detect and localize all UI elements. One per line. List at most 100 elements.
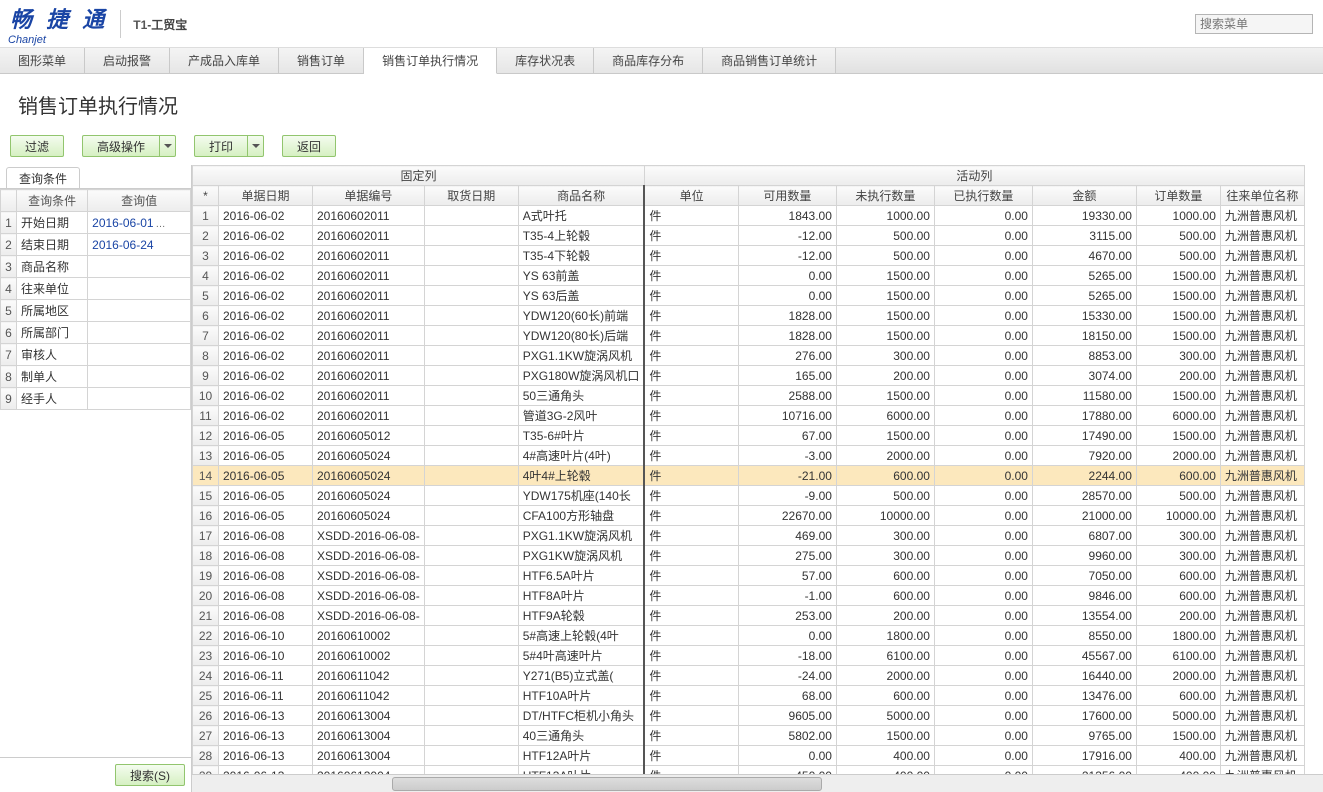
search-menu[interactable] <box>1195 14 1313 34</box>
cond-row[interactable]: 3商品名称 <box>1 256 191 278</box>
grid-scroll[interactable]: 固定列活动列 *单据日期单据编号取货日期商品名称单位可用数量未执行数量已执行数量金… <box>192 165 1323 774</box>
grid-row[interactable]: 272016-06-132016061300440三通角头件5802.00150… <box>193 726 1305 746</box>
cond-col: 查询条件 <box>17 190 88 212</box>
grid-row[interactable]: 222016-06-10201606100025#高速上轮毂(4叶件0.0018… <box>193 626 1305 646</box>
cond-row[interactable]: 6所属部门 <box>1 322 191 344</box>
col-group-fixed: 固定列 <box>193 166 645 186</box>
cond-row[interactable]: 8制单人 <box>1 366 191 388</box>
grid-row[interactable]: 162016-06-0520160605024CFA100方形轴盘件22670.… <box>193 506 1305 526</box>
grid-row[interactable]: 242016-06-1120160611042Y271(B5)立式盖(件-24.… <box>193 666 1305 686</box>
cond-val[interactable] <box>88 344 191 366</box>
cond-key: 所属部门 <box>17 322 88 344</box>
grid-row[interactable]: 82016-06-0220160602011PXG1.1KW旋涡风机件276.0… <box>193 346 1305 366</box>
cond-val[interactable] <box>88 300 191 322</box>
grid-row[interactable]: 292016-06-1320160613004HTF13A叶片件450.0040… <box>193 766 1305 775</box>
cond-row[interactable]: 5所属地区 <box>1 300 191 322</box>
grid-col-10[interactable]: 订单数量 <box>1136 186 1220 206</box>
logo: 畅 捷 通 Chanjet <box>10 2 108 46</box>
grid-row[interactable]: 122016-06-0520160605012T35-6#叶片件67.00150… <box>193 426 1305 446</box>
cond-val[interactable] <box>88 388 191 410</box>
cond-val[interactable] <box>88 322 191 344</box>
cond-row[interactable]: 1开始日期2016-06-01… <box>1 212 191 234</box>
tab-5[interactable]: 库存状况表 <box>497 48 594 73</box>
h-scrollbar-thumb[interactable] <box>392 777 822 791</box>
cond-key: 经手人 <box>17 388 88 410</box>
logo-separator <box>120 10 121 38</box>
page-title: 销售订单执行情况 <box>0 74 1323 131</box>
cond-row[interactable]: 7审核人 <box>1 344 191 366</box>
cond-val[interactable] <box>88 278 191 300</box>
grid-row[interactable]: 102016-06-022016060201150三通角头件2588.00150… <box>193 386 1305 406</box>
grid-col-7[interactable]: 未执行数量 <box>836 186 934 206</box>
cond-col: 查询值 <box>88 190 191 212</box>
cond-key: 开始日期 <box>17 212 88 234</box>
cond-val[interactable]: 2016-06-24 <box>88 234 191 256</box>
header: 畅 捷 通 Chanjet T1-工贸宝 <box>0 0 1323 48</box>
tab-3[interactable]: 销售订单 <box>279 48 364 73</box>
grid-col-11[interactable]: 往来单位名称 <box>1220 186 1304 206</box>
search-menu-input[interactable] <box>1195 14 1313 34</box>
grid-row[interactable]: 252016-06-1120160611042HTF10A叶片件68.00600… <box>193 686 1305 706</box>
adv-button-group: 高级操作 <box>82 135 176 157</box>
grid-row[interactable]: 152016-06-0520160605024YDW175机座(140长件-9.… <box>193 486 1305 506</box>
print-button-group: 打印 <box>194 135 264 157</box>
grid-row[interactable]: 172016-06-08XSDD-2016-06-08-PXG1.1KW旋涡风机… <box>193 526 1305 546</box>
grid-col-3[interactable]: 取货日期 <box>424 186 518 206</box>
grid-col-9[interactable]: 金额 <box>1032 186 1136 206</box>
grid-col-4[interactable]: 商品名称 <box>518 186 644 206</box>
product-name: T1-工贸宝 <box>133 13 187 34</box>
grid-row[interactable]: 282016-06-1320160613004HTF12A叶片件0.00400.… <box>193 746 1305 766</box>
grid-row[interactable]: 12016-06-0220160602011A式叶托件1843.001000.0… <box>193 206 1305 226</box>
cond-row[interactable]: 2结束日期2016-06-24 <box>1 234 191 256</box>
grid-row[interactable]: 262016-06-1320160613004DT/HTFC柜机小角头件9605… <box>193 706 1305 726</box>
search-button[interactable]: 搜索(S) <box>115 764 185 786</box>
grid-row[interactable]: 232016-06-10201606100025#4叶高速叶片件-18.0061… <box>193 646 1305 666</box>
grid-row[interactable]: 52016-06-0220160602011YS 63后盖件0.001500.0… <box>193 286 1305 306</box>
cond-row[interactable]: 9经手人 <box>1 388 191 410</box>
adv-button[interactable]: 高级操作 <box>82 135 160 157</box>
cond-val[interactable]: 2016-06-01… <box>88 212 191 234</box>
back-button[interactable]: 返回 <box>282 135 336 157</box>
grid-col-5[interactable]: 单位 <box>644 186 738 206</box>
grid-row[interactable]: 142016-06-05201606050244叶4#上轮毂件-21.00600… <box>193 466 1305 486</box>
grid-row[interactable]: 22016-06-0220160602011T35-4上轮毂件-12.00500… <box>193 226 1305 246</box>
grid-row[interactable]: 62016-06-0220160602011YDW120(60长)前端件1828… <box>193 306 1305 326</box>
grid-row[interactable]: 42016-06-0220160602011YS 63前盖件0.001500.0… <box>193 266 1305 286</box>
tab-7[interactable]: 商品销售订单统计 <box>703 48 836 73</box>
cond-val[interactable] <box>88 256 191 278</box>
sidebar-tab-query[interactable]: 查询条件 <box>6 167 80 188</box>
h-scrollbar[interactable] <box>192 774 1323 792</box>
tab-4[interactable]: 销售订单执行情况 <box>364 48 497 74</box>
tab-0[interactable]: 图形菜单 <box>0 48 85 73</box>
tab-2[interactable]: 产成品入库单 <box>170 48 279 73</box>
grid-col-1[interactable]: 单据日期 <box>219 186 313 206</box>
tab-6[interactable]: 商品库存分布 <box>594 48 703 73</box>
grid-area: 固定列活动列 *单据日期单据编号取货日期商品名称单位可用数量未执行数量已执行数量金… <box>192 165 1323 792</box>
print-caret[interactable] <box>248 135 264 157</box>
filter-button[interactable]: 过滤 <box>10 135 64 157</box>
col-group-active: 活动列 <box>644 166 1304 186</box>
grid-row[interactable]: 72016-06-0220160602011YDW120(80长)后端件1828… <box>193 326 1305 346</box>
condition-table: 查询条件查询值1开始日期2016-06-01…2结束日期2016-06-243商… <box>0 189 191 410</box>
grid-col-0[interactable]: * <box>193 186 219 206</box>
grid-col-2[interactable]: 单据编号 <box>313 186 425 206</box>
adv-caret[interactable] <box>160 135 176 157</box>
cond-key: 结束日期 <box>17 234 88 256</box>
sidebar: 查询条件 查询条件查询值1开始日期2016-06-01…2结束日期2016-06… <box>0 165 192 792</box>
grid-row[interactable]: 192016-06-08XSDD-2016-06-08-HTF6.5A叶片件57… <box>193 566 1305 586</box>
grid-row[interactable]: 182016-06-08XSDD-2016-06-08-PXG1KW旋涡风机件2… <box>193 546 1305 566</box>
grid-row[interactable]: 32016-06-0220160602011T35-4下轮毂件-12.00500… <box>193 246 1305 266</box>
grid-row[interactable]: 212016-06-08XSDD-2016-06-08-HTF9A轮毂件253.… <box>193 606 1305 626</box>
grid-row[interactable]: 92016-06-0220160602011PXG180W旋涡风机口件165.0… <box>193 366 1305 386</box>
grid-row[interactable]: 132016-06-05201606050244#高速叶片(4叶)件-3.002… <box>193 446 1305 466</box>
grid-col-8[interactable]: 已执行数量 <box>934 186 1032 206</box>
cond-val[interactable] <box>88 366 191 388</box>
grid-col-6[interactable]: 可用数量 <box>738 186 836 206</box>
toolbar: 过滤 高级操作 打印 返回 <box>0 131 1323 165</box>
logo-cn: 畅 捷 通 <box>10 2 108 34</box>
cond-row[interactable]: 4往来单位 <box>1 278 191 300</box>
tab-1[interactable]: 启动报警 <box>85 48 170 73</box>
grid-row[interactable]: 112016-06-0220160602011管道3G-2风叶件10716.00… <box>193 406 1305 426</box>
print-button[interactable]: 打印 <box>194 135 248 157</box>
grid-row[interactable]: 202016-06-08XSDD-2016-06-08-HTF8A叶片件-1.0… <box>193 586 1305 606</box>
